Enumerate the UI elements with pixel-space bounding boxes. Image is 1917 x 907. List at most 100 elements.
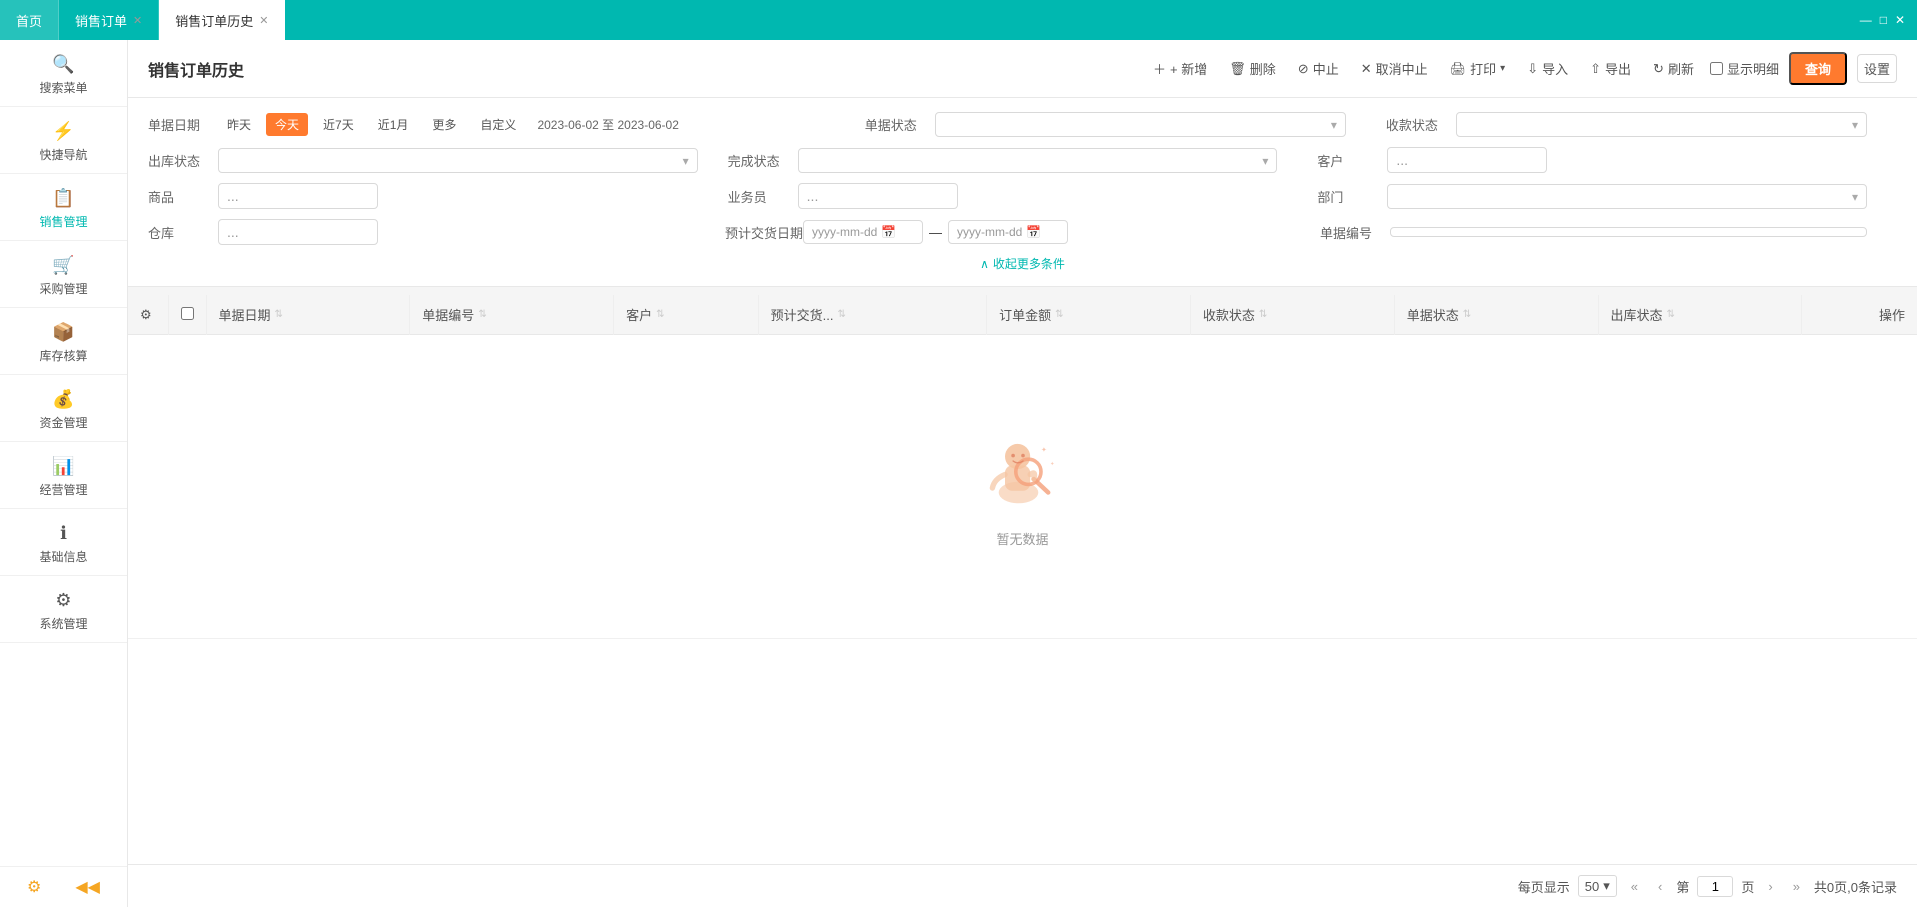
collapse-bar[interactable]: ∧ 收起更多条件 bbox=[148, 255, 1897, 272]
page-header: 销售订单历史 ＋ + 新增 🗑 删除 ⊘ 中止 ✕ 取消中止 bbox=[128, 40, 1917, 98]
sidebar-item-warehouse[interactable]: 📦 库存核算 bbox=[0, 308, 127, 375]
bill-date-sort[interactable]: 单据日期 ⇅ bbox=[219, 305, 398, 324]
sidebar-item-quick-nav[interactable]: ⚡ 快捷导航 bbox=[0, 107, 127, 174]
outbound-status-sort-icon: ⇅ bbox=[1667, 309, 1675, 320]
date-btn-1month[interactable]: 近1月 bbox=[369, 113, 418, 136]
product-control: ... bbox=[218, 183, 698, 209]
column-settings-icon[interactable]: ⚙ bbox=[140, 307, 152, 322]
customer-control: ... bbox=[1387, 147, 1867, 173]
cancel-stop-button[interactable]: ✕ 取消中止 bbox=[1355, 55, 1434, 82]
sidebar-item-purchase[interactable]: 🛒 采购管理 bbox=[0, 241, 127, 308]
quick-nav-icon: ⚡ bbox=[52, 121, 74, 142]
outbound-status-select[interactable] bbox=[218, 148, 698, 173]
customer-input[interactable]: ... bbox=[1387, 147, 1547, 173]
column-order-amount: 订单金额 ⇅ bbox=[987, 295, 1191, 335]
date-btn-custom[interactable]: 自定义 bbox=[471, 113, 525, 136]
bill-status-select[interactable] bbox=[935, 112, 1346, 137]
sidebar-item-base-info[interactable]: ℹ 基础信息 bbox=[0, 509, 127, 576]
cancel-stop-icon: ✕ bbox=[1361, 61, 1372, 77]
sidebar-item-search-menu[interactable]: 🔍 搜索菜单 bbox=[0, 40, 127, 107]
close-window-button[interactable]: ✕ bbox=[1895, 13, 1905, 27]
department-select[interactable] bbox=[1387, 184, 1867, 209]
data-table: ⚙ 单据日期 ⇅ 单据编号 bbox=[128, 295, 1917, 639]
import-label: 导入 bbox=[1542, 59, 1568, 78]
expected-delivery-sort[interactable]: 预计交货... ⇅ bbox=[771, 305, 974, 324]
sidebar-item-ops-label: 经营管理 bbox=[39, 481, 87, 498]
tab-home[interactable]: 首页 bbox=[0, 0, 59, 40]
salesperson-input[interactable]: ... bbox=[798, 183, 958, 209]
delete-button[interactable]: 🗑 删除 bbox=[1223, 55, 1282, 82]
customer-sort[interactable]: 客户 ⇅ bbox=[626, 305, 746, 324]
bill-number-input[interactable] bbox=[1390, 227, 1867, 237]
prev-page-button[interactable]: ‹ bbox=[1652, 877, 1668, 896]
expected-date-start-input[interactable]: yyyy-mm-dd 📅 bbox=[803, 220, 923, 244]
display-dense-checkbox[interactable] bbox=[1710, 62, 1723, 75]
new-button[interactable]: ＋ + 新增 bbox=[1147, 55, 1213, 82]
empty-illustration: ✦ ✦ bbox=[978, 425, 1068, 515]
settings-button[interactable]: 设置 bbox=[1857, 54, 1897, 83]
current-page-input[interactable] bbox=[1697, 876, 1733, 897]
maximize-button[interactable]: □ bbox=[1880, 13, 1887, 27]
sidebar-item-purchase-label: 采购管理 bbox=[39, 280, 87, 297]
tab-sales-order-history[interactable]: 销售订单历史 ✕ bbox=[159, 0, 285, 40]
date-btn-more[interactable]: 更多 bbox=[423, 113, 465, 136]
close-sales-order-history-tab-icon[interactable]: ✕ bbox=[259, 14, 268, 27]
product-label: 商品 bbox=[148, 187, 218, 206]
sidebar-settings-icon[interactable]: ⚙ bbox=[27, 877, 41, 897]
table-body: ✦ ✦ 暂无数据 bbox=[128, 335, 1917, 639]
payment-status-select[interactable] bbox=[1456, 112, 1867, 137]
page-size-value: 50 bbox=[1585, 879, 1599, 894]
close-sales-order-tab-icon[interactable]: ✕ bbox=[133, 14, 142, 27]
bill-status-sort[interactable]: 单据状态 ⇅ bbox=[1407, 305, 1586, 324]
warehouse-input[interactable]: ... bbox=[218, 219, 378, 245]
order-amount-sort[interactable]: 订单金额 ⇅ bbox=[999, 305, 1178, 324]
sidebar-item-sales[interactable]: 📋 销售管理 bbox=[0, 174, 127, 241]
sidebar-item-search-menu-label: 搜索菜单 bbox=[39, 79, 87, 96]
outbound-status-col-label: 出库状态 bbox=[1611, 305, 1663, 324]
salesperson-label: 业务员 bbox=[728, 187, 798, 206]
last-page-button[interactable]: » bbox=[1787, 877, 1806, 896]
print-icon: 🖨 bbox=[1450, 61, 1467, 77]
warehouse-label: 仓库 bbox=[148, 223, 218, 242]
query-button[interactable]: 查询 bbox=[1789, 52, 1847, 85]
total-records: 共0页,0条记录 bbox=[1814, 877, 1897, 896]
tab-sales-order[interactable]: 销售订单 ✕ bbox=[59, 0, 159, 40]
display-dense-checkbox-label[interactable]: 显示明细 bbox=[1710, 59, 1779, 78]
refresh-button[interactable]: ↻ 刷新 bbox=[1647, 55, 1700, 82]
column-bill-date: 单据日期 ⇅ bbox=[206, 295, 410, 335]
date-btn-yesterday[interactable]: 昨天 bbox=[218, 113, 260, 136]
page-size-select[interactable]: 50 ▾ bbox=[1578, 875, 1617, 897]
print-button[interactable]: 🖨 打印 ▾ bbox=[1444, 55, 1512, 82]
settings-label: 设置 bbox=[1864, 59, 1890, 78]
payment-status-col-label: 收款状态 bbox=[1203, 305, 1255, 324]
next-page-button[interactable]: › bbox=[1762, 877, 1778, 896]
sidebar-item-ops[interactable]: 📊 经营管理 bbox=[0, 442, 127, 509]
order-amount-col-label: 订单金额 bbox=[999, 305, 1051, 324]
sidebar-item-finance[interactable]: 💰 资金管理 bbox=[0, 375, 127, 442]
product-input[interactable]: ... bbox=[218, 183, 378, 209]
outbound-status-sort[interactable]: 出库状态 ⇅ bbox=[1611, 305, 1790, 324]
export-button[interactable]: ⇧ 导出 bbox=[1584, 55, 1637, 82]
expected-date-end-input[interactable]: yyyy-mm-dd 📅 bbox=[948, 220, 1068, 244]
complete-status-select[interactable] bbox=[798, 148, 1278, 173]
stop-button[interactable]: ⊘ 中止 bbox=[1292, 55, 1345, 82]
sales-icon: 📋 bbox=[52, 188, 74, 209]
outbound-status-label: 出库状态 bbox=[148, 151, 218, 170]
import-button[interactable]: ⇩ 导入 bbox=[1521, 55, 1574, 82]
first-page-icon: « bbox=[1631, 879, 1638, 894]
sidebar-audio-icon[interactable]: ◀◀ bbox=[75, 877, 100, 897]
page-size-label: 每页显示 bbox=[1518, 877, 1570, 896]
payment-status-sort[interactable]: 收款状态 ⇅ bbox=[1203, 305, 1382, 324]
date-btn-7days[interactable]: 近7天 bbox=[314, 113, 363, 136]
first-page-button[interactable]: « bbox=[1625, 877, 1644, 896]
sidebar-item-system[interactable]: ⚙ 系统管理 bbox=[0, 576, 127, 643]
customer-label: 客户 bbox=[1317, 151, 1387, 170]
select-all-checkbox[interactable] bbox=[181, 307, 194, 320]
minimize-button[interactable]: — bbox=[1860, 13, 1872, 27]
department-control bbox=[1387, 184, 1867, 209]
date-btn-today[interactable]: 今天 bbox=[266, 113, 308, 136]
sidebar-item-system-label: 系统管理 bbox=[39, 615, 87, 632]
bill-number-sort[interactable]: 单据编号 ⇅ bbox=[422, 305, 601, 324]
column-customer: 客户 ⇅ bbox=[614, 295, 759, 335]
empty-state-row: ✦ ✦ 暂无数据 bbox=[128, 335, 1917, 639]
